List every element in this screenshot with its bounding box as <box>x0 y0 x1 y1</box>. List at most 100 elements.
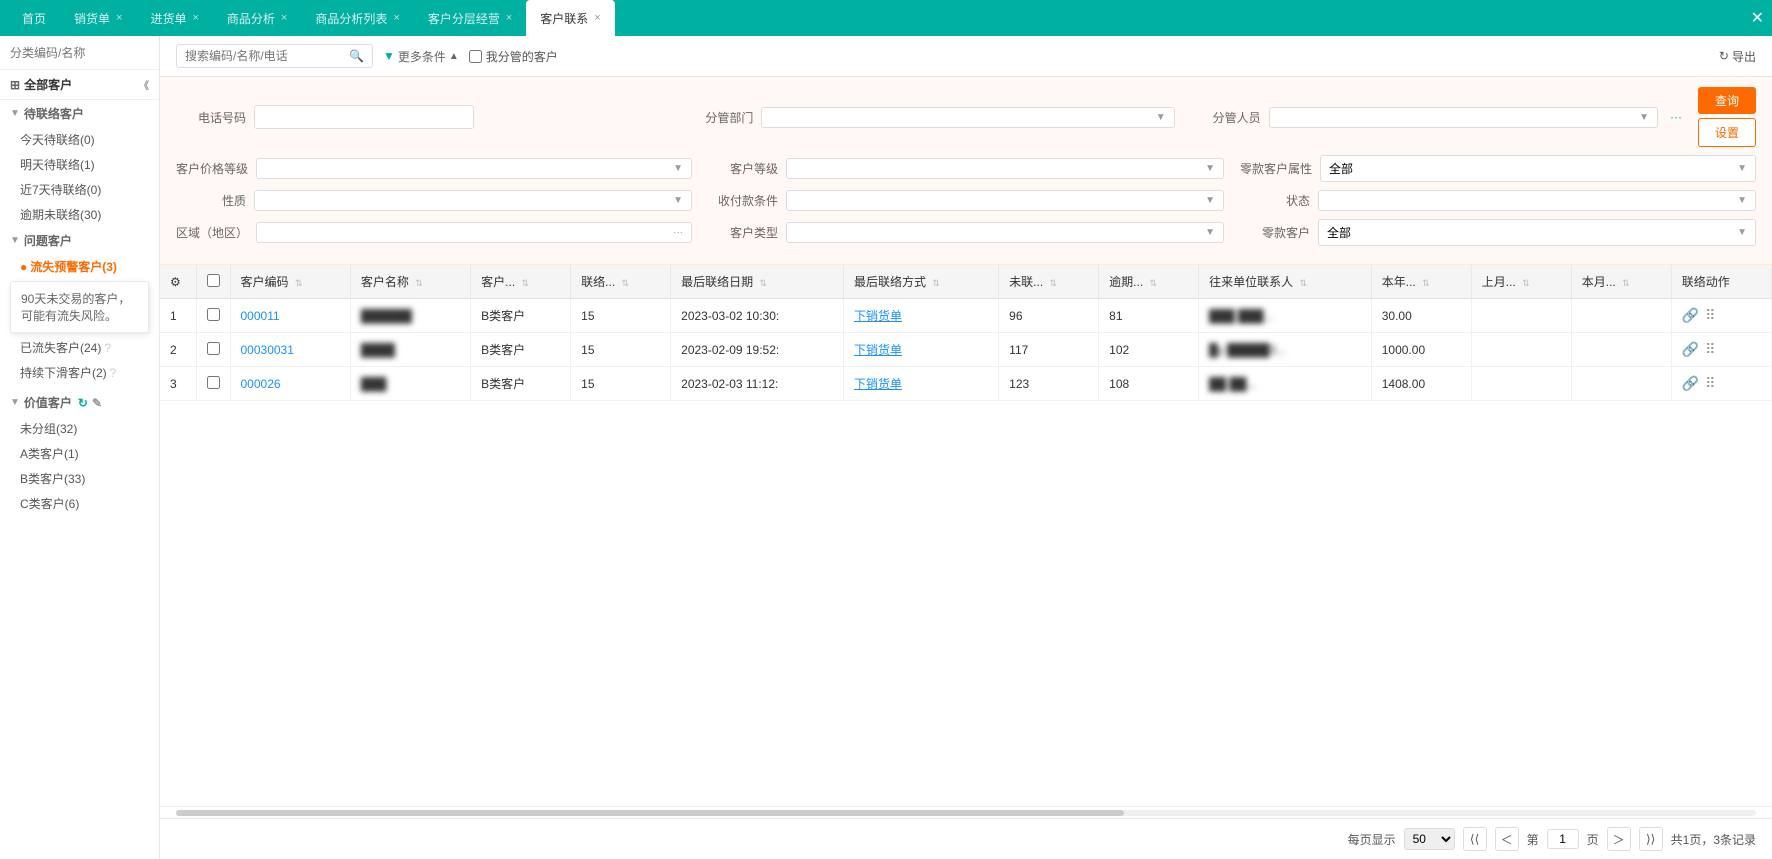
person-select[interactable]: ▼ <box>1269 107 1658 128</box>
tab-customer-tier-close[interactable]: × <box>506 12 512 24</box>
customer-level-arrow: ▼ <box>1205 163 1215 174</box>
row-code[interactable]: 00030031 <box>230 333 350 367</box>
customer-level-select[interactable]: ▼ <box>786 158 1224 179</box>
sidebar-item-7days[interactable]: 近7天待联络(0) <box>0 177 159 202</box>
col-last-method-header[interactable]: 最后联络方式 ⇅ <box>844 265 999 299</box>
select-all-checkbox[interactable] <box>207 274 220 287</box>
edit-icon[interactable]: ✎ <box>92 396 102 410</box>
tab-sales-close[interactable]: × <box>116 12 122 24</box>
col-overdue-header[interactable]: 逾期... ⇅ <box>1099 265 1199 299</box>
nature-select[interactable]: ▼ <box>254 190 692 211</box>
row-code[interactable]: 000026 <box>230 367 350 401</box>
tab-purchase[interactable]: 进货单 × <box>136 0 212 36</box>
retail-attr-select[interactable]: 全部 ▼ <box>1320 155 1756 182</box>
col-this-month-header[interactable]: 本月... ⇅ <box>1571 265 1671 299</box>
tab-customer-tier[interactable]: 客户分层经营 × <box>414 0 526 36</box>
tab-product-list[interactable]: 商品分析列表 × <box>301 0 413 36</box>
row-last-method[interactable]: 下销货单 <box>844 299 999 333</box>
col-settings[interactable]: ⚙ <box>160 265 196 299</box>
phone-input[interactable] <box>254 105 474 129</box>
page-number-input[interactable] <box>1547 829 1579 849</box>
tab-product-list-close[interactable]: × <box>393 12 399 24</box>
col-last-date-header[interactable]: 最后联络日期 ⇅ <box>671 265 844 299</box>
row-action-link-icon[interactable]: 🔗 <box>1682 375 1699 392</box>
col-contact-header[interactable]: 联络... ⇅ <box>571 265 671 299</box>
close-window-button[interactable]: ✕ <box>1751 8 1764 28</box>
tab-customer-contact-close[interactable]: × <box>594 12 600 24</box>
last-page-button[interactable]: ⟩⟩ <box>1639 827 1663 851</box>
tab-product-analysis-close[interactable]: × <box>281 12 287 24</box>
sidebar-item-today[interactable]: 今天待联络(0) <box>0 127 159 152</box>
filter-row-4: 区域（地区） ··· 客户类型 ▼ 零款客户 全部 <box>176 219 1756 246</box>
row-action-more-icon[interactable]: ⠿ <box>1705 375 1715 392</box>
sidebar-item-declining[interactable]: 持续下滑客户(2) ? <box>0 360 159 385</box>
first-page-button[interactable]: ⟨⟨ <box>1463 827 1487 851</box>
retail-attr-arrow: ▼ <box>1737 163 1747 174</box>
search-input[interactable] <box>185 49 345 63</box>
row-code[interactable]: 000011 <box>230 299 350 333</box>
prev-page-button[interactable]: ＜ <box>1495 827 1519 851</box>
row-checkbox[interactable] <box>196 333 230 367</box>
sidebar-item-churned[interactable]: 已流失客户(24) ? <box>0 335 159 360</box>
sidebar-item-overdue[interactable]: 逾期未联络(30) <box>0 202 159 227</box>
row-last-method[interactable]: 下销货单 <box>844 333 999 367</box>
row-action-more-icon[interactable]: ⠿ <box>1705 307 1715 324</box>
col-type-header[interactable]: 客户... ⇅ <box>471 265 571 299</box>
row-action-link-icon[interactable]: 🔗 <box>1682 307 1699 324</box>
next-page-button[interactable]: ＞ <box>1607 827 1631 851</box>
tab-product-analysis[interactable]: 商品分析 × <box>213 0 301 36</box>
more-conditions-button[interactable]: ▼ 更多条件 ▲ <box>383 48 459 65</box>
sidebar-group-pending[interactable]: ▼ 待联络客户 <box>0 100 159 127</box>
sidebar-group-value[interactable]: ▼ 价值客户 ↻ ✎ <box>0 389 159 416</box>
payment-select[interactable]: ▼ <box>786 190 1224 211</box>
sidebar-item-class-b[interactable]: B类客户(33) <box>0 466 159 491</box>
sidebar-group-problem[interactable]: ▼ 问题客户 <box>0 227 159 254</box>
col-name-header[interactable]: 客户名称 ⇅ <box>350 265 470 299</box>
scroll-track[interactable] <box>176 810 1756 816</box>
dept-select[interactable]: ▼ <box>761 107 1174 128</box>
row-action-more-icon[interactable]: ⠿ <box>1705 341 1715 358</box>
tab-purchase-close[interactable]: × <box>192 12 198 24</box>
tab-sales[interactable]: 销货单 × <box>60 0 136 36</box>
retail-select[interactable]: 全部 ▼ <box>1318 219 1756 246</box>
my-customers-checkbox[interactable] <box>469 50 482 63</box>
sidebar-item-tomorrow[interactable]: 明天待联络(1) <box>0 152 159 177</box>
arrow-icon: ▼ <box>10 108 20 119</box>
row-last-method[interactable]: 下销货单 <box>844 367 999 401</box>
settings-icon[interactable]: ⚙ <box>170 275 181 289</box>
table-row: 3 000026 ███ B类客户 15 2023-02-03 11:12: 下… <box>160 367 1772 401</box>
per-page-select[interactable]: 50 100 200 <box>1404 828 1455 850</box>
customer-type-select[interactable]: ▼ <box>786 222 1224 243</box>
scroll-thumb[interactable] <box>176 810 1124 816</box>
tab-home[interactable]: 首页 <box>8 0 60 36</box>
row-action-link-icon[interactable]: 🔗 <box>1682 341 1699 358</box>
col-last-month-header[interactable]: 上月... ⇅ <box>1471 265 1571 299</box>
row-checkbox[interactable] <box>196 299 230 333</box>
status-select[interactable]: ▼ <box>1318 190 1756 211</box>
settings-button[interactable]: 设置 <box>1698 118 1756 147</box>
data-table: ⚙ 客户编码 ⇅ 客户名称 ⇅ <box>160 265 1772 401</box>
sidebar-item-churn-warning[interactable]: ● 流失预警客户(3) <box>0 254 159 279</box>
sidebar-all-customers[interactable]: ⊞ 全部客户 《 <box>0 70 159 100</box>
my-customers-checkbox-label[interactable]: 我分管的客户 <box>469 48 558 65</box>
filter-field-retail-attr: 零款客户属性 全部 ▼ <box>1240 155 1756 182</box>
person-more-btn[interactable]: ··· <box>1670 110 1682 124</box>
sidebar-item-class-a[interactable]: A类客户(1) <box>0 441 159 466</box>
export-button[interactable]: ↻ 导出 <box>1719 48 1756 65</box>
refresh-icon[interactable]: ↻ <box>78 396 88 410</box>
row-checkbox[interactable] <box>196 367 230 401</box>
region-select[interactable]: ··· <box>256 222 692 243</box>
content-area: 🔍 ▼ 更多条件 ▲ 我分管的客户 ↻ 导出 电话号码 <box>160 36 1772 859</box>
col-un-contact-header[interactable]: 未联... ⇅ <box>999 265 1099 299</box>
query-button[interactable]: 查询 <box>1698 87 1756 114</box>
horizontal-scrollbar[interactable] <box>160 806 1772 818</box>
tab-customer-contact[interactable]: 客户联系 × <box>526 0 614 36</box>
col-checkbox[interactable] <box>196 265 230 299</box>
col-company-contact-header[interactable]: 往来单位联系人 ⇅ <box>1199 265 1372 299</box>
col-year-amount-header[interactable]: 本年... ⇅ <box>1371 265 1471 299</box>
col-code-header[interactable]: 客户编码 ⇅ <box>230 265 350 299</box>
sidebar-item-class-c[interactable]: C类客户(6) <box>0 491 159 516</box>
price-level-select[interactable]: ▼ <box>256 158 692 179</box>
sidebar-item-ungrouped[interactable]: 未分组(32) <box>0 416 159 441</box>
sidebar-search-input[interactable] <box>10 46 160 60</box>
